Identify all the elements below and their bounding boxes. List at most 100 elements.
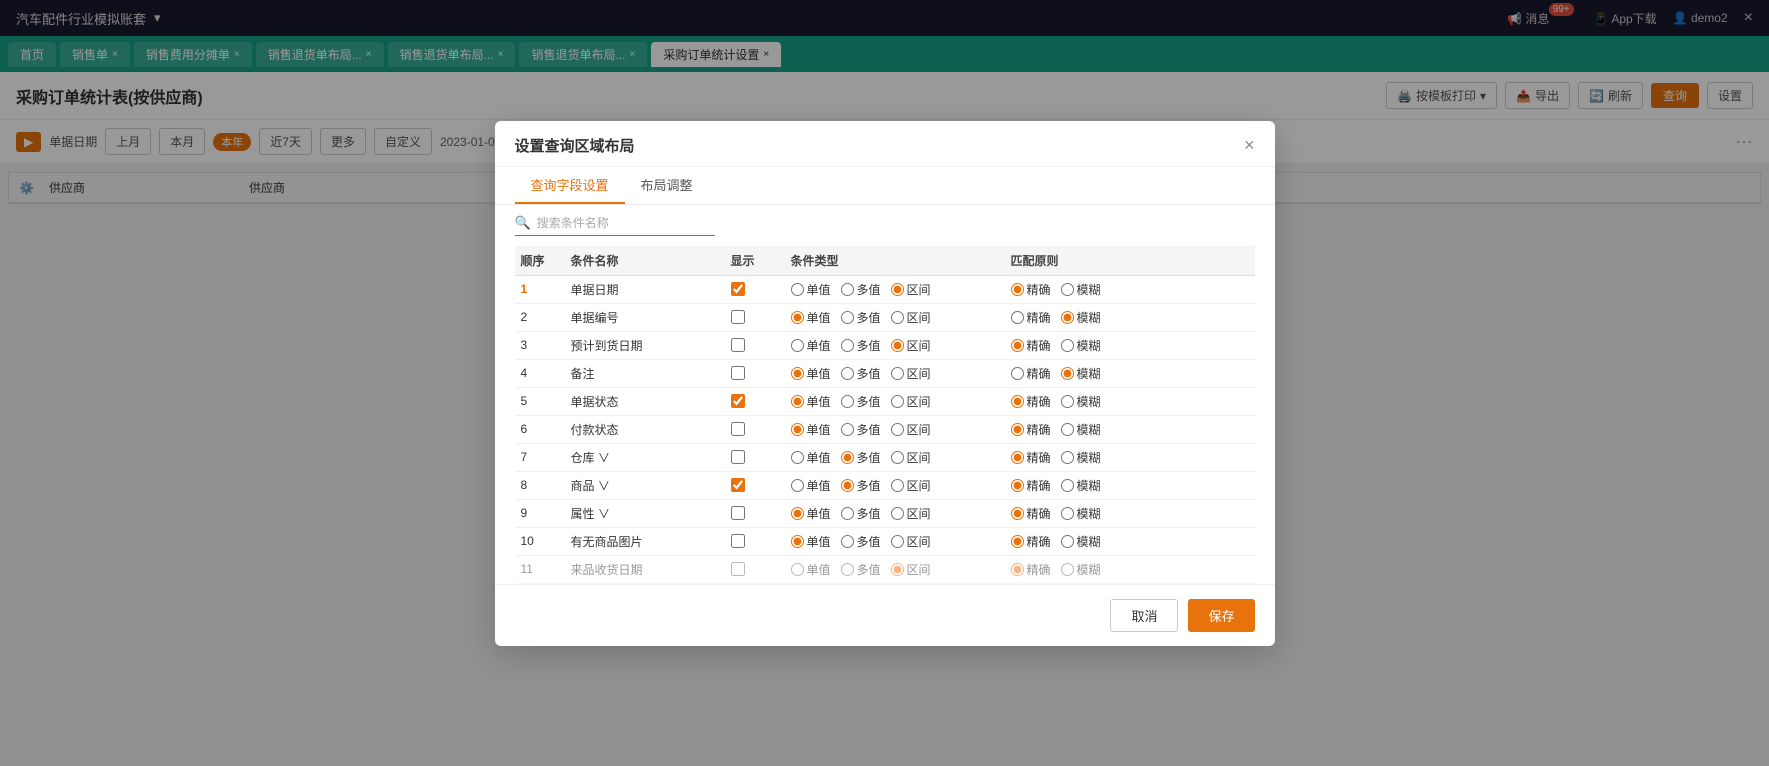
row-8-match-fuzzy[interactable]: 模糊: [1061, 477, 1101, 494]
row-1-type-range[interactable]: 区间: [891, 281, 931, 298]
search-wrap: 🔍: [515, 215, 715, 236]
row-4-type-single[interactable]: 单值: [791, 365, 831, 382]
row-11-match-exact[interactable]: 精确: [1011, 561, 1051, 578]
row-11-match-fuzzy[interactable]: 模糊: [1061, 561, 1101, 578]
row-2-match-fuzzy[interactable]: 模糊: [1061, 309, 1101, 326]
row-4-match: 精确 模糊: [1005, 365, 1205, 382]
row-10-type-range[interactable]: 区间: [891, 533, 931, 550]
row-10-display[interactable]: [725, 534, 785, 548]
modal-tab-layout[interactable]: 布局调整: [625, 167, 709, 204]
row-9-name: 属性 ∨: [565, 505, 725, 522]
row-8-type-range[interactable]: 区间: [891, 477, 931, 494]
row-11-display-cb[interactable]: [731, 562, 745, 576]
row-3-type-single[interactable]: 单值: [791, 337, 831, 354]
row-1-display-cb[interactable]: [731, 282, 745, 296]
row-9-type-range[interactable]: 区间: [891, 505, 931, 522]
row-9-match-fuzzy[interactable]: 模糊: [1061, 505, 1101, 522]
row-6-type-single[interactable]: 单值: [791, 421, 831, 438]
row-9-match-exact[interactable]: 精确: [1011, 505, 1051, 522]
row-1-match-fuzzy[interactable]: 模糊: [1061, 281, 1101, 298]
row-3-display[interactable]: [725, 338, 785, 352]
row-7-match-exact[interactable]: 精确: [1011, 449, 1051, 466]
table-row: 4 备注 单值 多值 区间 精确 模糊: [515, 360, 1255, 388]
row-9-display-cb[interactable]: [731, 506, 745, 520]
row-7-order: 7: [515, 450, 565, 464]
row-2-match-exact[interactable]: 精确: [1011, 309, 1051, 326]
row-9-type-single[interactable]: 单值: [791, 505, 831, 522]
row-8-order: 8: [515, 478, 565, 492]
row-8-type-single[interactable]: 单值: [791, 477, 831, 494]
row-1-type-single[interactable]: 单值: [791, 281, 831, 298]
row-7-type-multi[interactable]: 多值: [841, 449, 881, 466]
row-5-type-multi[interactable]: 多值: [841, 393, 881, 410]
row-3-display-cb[interactable]: [731, 338, 745, 352]
row-7-type-range[interactable]: 区间: [891, 449, 931, 466]
row-3-match-exact[interactable]: 精确: [1011, 337, 1051, 354]
row-9-display[interactable]: [725, 506, 785, 520]
row-5-type-single[interactable]: 单值: [791, 393, 831, 410]
row-10-match: 精确 模糊: [1005, 533, 1205, 550]
row-5-name: 单据状态: [565, 393, 725, 410]
row-1-type-multi[interactable]: 多值: [841, 281, 881, 298]
row-1-match-exact[interactable]: 精确: [1011, 281, 1051, 298]
row-6-type-multi[interactable]: 多值: [841, 421, 881, 438]
row-2-type-single[interactable]: 单值: [791, 309, 831, 326]
row-4-display-cb[interactable]: [731, 366, 745, 380]
table-row: 10 有无商品图片 单值 多值 区间 精确 模糊: [515, 528, 1255, 556]
row-7-name: 仓库 ∨: [565, 449, 725, 466]
row-3-match-fuzzy[interactable]: 模糊: [1061, 337, 1101, 354]
settings-modal: 设置查询区域布局 × 查询字段设置 布局调整 🔍 顺序 条件名称 显示 条件类型…: [495, 121, 1275, 646]
row-4-type-multi[interactable]: 多值: [841, 365, 881, 382]
row-10-match-fuzzy[interactable]: 模糊: [1061, 533, 1101, 550]
row-6-display[interactable]: [725, 422, 785, 436]
row-8-display-cb[interactable]: [731, 478, 745, 492]
row-6-match-exact[interactable]: 精确: [1011, 421, 1051, 438]
row-5-display-cb[interactable]: [731, 394, 745, 408]
row-11-type-range[interactable]: 区间: [891, 561, 931, 578]
row-2-type-multi[interactable]: 多值: [841, 309, 881, 326]
row-6-match-fuzzy[interactable]: 模糊: [1061, 421, 1101, 438]
table-row: 1 单据日期 单值 多值 区间 精确 模糊: [515, 276, 1255, 304]
row-3-type-range[interactable]: 区间: [891, 337, 931, 354]
row-8-match-exact[interactable]: 精确: [1011, 477, 1051, 494]
row-2-display[interactable]: [725, 310, 785, 324]
cancel-btn[interactable]: 取消: [1110, 599, 1178, 632]
row-1-match: 精确 模糊: [1005, 281, 1205, 298]
row-11-type-multi[interactable]: 多值: [841, 561, 881, 578]
row-10-type-single[interactable]: 单值: [791, 533, 831, 550]
row-2-type-range[interactable]: 区间: [891, 309, 931, 326]
row-11-match: 精确 模糊: [1005, 561, 1205, 578]
row-2-display-cb[interactable]: [731, 310, 745, 324]
row-5-display[interactable]: [725, 394, 785, 408]
modal-tab-fields[interactable]: 查询字段设置: [515, 167, 625, 204]
col-order: 顺序: [515, 252, 565, 269]
row-6-display-cb[interactable]: [731, 422, 745, 436]
row-5-type-range[interactable]: 区间: [891, 393, 931, 410]
row-8-display[interactable]: [725, 478, 785, 492]
save-btn[interactable]: 保存: [1188, 599, 1254, 632]
row-7-match-fuzzy[interactable]: 模糊: [1061, 449, 1101, 466]
table-row: 11 来品收货日期 单值 多值 区间 精确 模糊: [515, 556, 1255, 584]
row-3-type-multi[interactable]: 多值: [841, 337, 881, 354]
row-4-type-range[interactable]: 区间: [891, 365, 931, 382]
row-11-type-single[interactable]: 单值: [791, 561, 831, 578]
row-7-display-cb[interactable]: [731, 450, 745, 464]
row-7-display[interactable]: [725, 450, 785, 464]
row-5-match-fuzzy[interactable]: 模糊: [1061, 393, 1101, 410]
row-10-match-exact[interactable]: 精确: [1011, 533, 1051, 550]
row-4-match-fuzzy[interactable]: 模糊: [1061, 365, 1101, 382]
row-5-match-exact[interactable]: 精确: [1011, 393, 1051, 410]
row-11-name: 来品收货日期: [565, 561, 725, 578]
row-8-type-multi[interactable]: 多值: [841, 477, 881, 494]
row-6-type-range[interactable]: 区间: [891, 421, 931, 438]
row-4-display[interactable]: [725, 366, 785, 380]
row-4-match-exact[interactable]: 精确: [1011, 365, 1051, 382]
row-10-display-cb[interactable]: [731, 534, 745, 548]
row-11-display[interactable]: [725, 562, 785, 576]
modal-close-btn[interactable]: ×: [1244, 136, 1255, 154]
search-input[interactable]: [537, 215, 697, 230]
row-7-type-single[interactable]: 单值: [791, 449, 831, 466]
row-9-type-multi[interactable]: 多值: [841, 505, 881, 522]
row-1-display[interactable]: [725, 282, 785, 296]
row-10-type-multi[interactable]: 多值: [841, 533, 881, 550]
